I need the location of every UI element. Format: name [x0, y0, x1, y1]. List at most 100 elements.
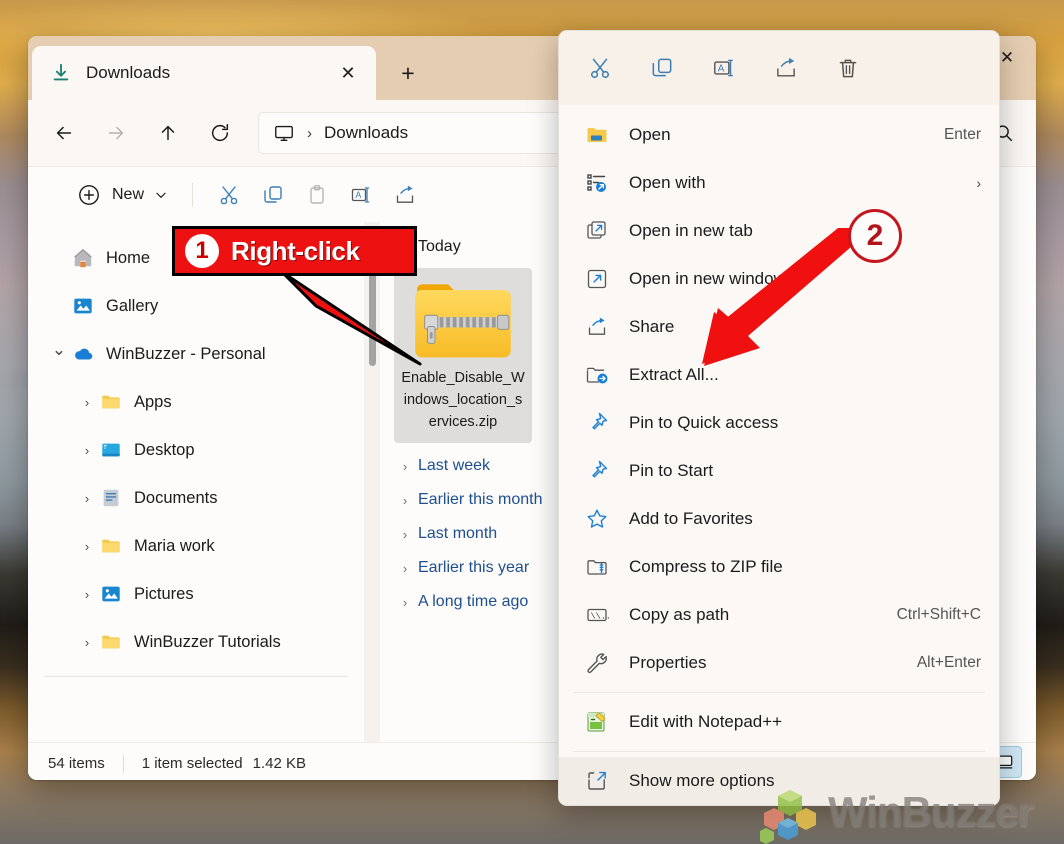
context-menu-item-properties[interactable]: Properties Alt+Enter: [559, 639, 999, 687]
open-with-icon: [585, 171, 609, 195]
context-menu-item-add-to-favorites[interactable]: Add to Favorites: [559, 495, 999, 543]
status-divider: [122, 754, 124, 773]
status-size: 1.42 KB: [252, 755, 306, 772]
wrench-icon: [585, 651, 609, 675]
tab-title: Downloads: [86, 63, 171, 82]
chevron-down-icon[interactable]: ⌄: [46, 340, 72, 360]
tab-downloads[interactable]: Downloads ✕: [32, 46, 376, 100]
plus-circle-icon: [79, 184, 99, 205]
extract-all-icon: [585, 363, 609, 387]
svg-text:A: A: [718, 63, 725, 74]
new-tab-button[interactable]: +: [390, 56, 426, 90]
chevron-placeholder: [46, 299, 72, 314]
share-button[interactable]: [383, 176, 427, 214]
share-icon: [585, 315, 609, 339]
sidebar-item-label: Apps: [134, 392, 172, 411]
context-menu-item-label: Open with: [629, 173, 706, 192]
this-pc-icon[interactable]: [273, 122, 295, 144]
desktop-icon: [100, 439, 122, 461]
watermark: WinBuzzer: [828, 788, 1034, 835]
callout-1-tail: [280, 272, 422, 366]
rename-button[interactable]: A: [339, 176, 383, 214]
star-icon: [585, 507, 609, 531]
callout-2-arrow: [702, 228, 866, 366]
chevron-right-icon[interactable]: ›: [74, 539, 100, 554]
context-menu-item-pin-to-start[interactable]: Pin to Start: [559, 447, 999, 495]
sidebar-item-label: Maria work: [134, 536, 215, 555]
onedrive-icon: [72, 343, 94, 365]
sidebar-divider: [44, 676, 348, 677]
context-menu: A Open Enter Open with › Open in new tab Open…: [558, 30, 1000, 806]
forward-button[interactable]: [96, 113, 136, 153]
sidebar-item-pictures[interactable]: › Pictures: [38, 570, 354, 618]
gallery-icon: [72, 295, 94, 317]
share-icon: [396, 185, 414, 203]
copy-icon: [652, 58, 672, 77]
context-rename-button[interactable]: A: [695, 46, 753, 90]
context-menu-item-edit-with-notepad[interactable]: Edit with Notepad++: [559, 698, 999, 746]
delete-icon: [839, 59, 857, 78]
callout-1-number: 1: [185, 234, 219, 268]
chevron-right-icon: ›: [402, 594, 408, 610]
sidebar-item-desktop[interactable]: › Desktop: [38, 426, 354, 474]
forward-arrow-icon: [108, 126, 124, 140]
back-arrow-icon: [56, 126, 72, 140]
context-menu-item-label: Pin to Quick access: [629, 413, 779, 432]
sidebar-item-maria-work[interactable]: › Maria work: [38, 522, 354, 570]
chevron-right-icon[interactable]: ›: [74, 635, 100, 650]
context-copy-button[interactable]: [633, 46, 691, 90]
context-menu-item-open[interactable]: Open Enter: [559, 111, 999, 159]
rename-icon: A: [714, 59, 733, 77]
rename-icon: A: [351, 186, 370, 203]
paste-button[interactable]: [295, 176, 339, 214]
context-delete-button[interactable]: [819, 46, 877, 90]
new-button-label: New: [112, 185, 145, 203]
breadcrumb-separator: ›: [307, 124, 312, 142]
sidebar-item-apps[interactable]: › Apps: [38, 378, 354, 426]
chevron-right-icon: ›: [402, 492, 408, 508]
paste-icon: [310, 184, 324, 204]
pictures-icon: [100, 583, 122, 605]
chevron-down-icon: [156, 192, 166, 198]
context-menu-item-pin-to-quick-access[interactable]: Pin to Quick access: [559, 399, 999, 447]
breadcrumb-current[interactable]: Downloads: [324, 123, 408, 143]
context-menu-item-open-with[interactable]: Open with ›: [559, 159, 999, 207]
context-share-button[interactable]: [757, 46, 815, 90]
tab-close-icon[interactable]: ✕: [334, 59, 362, 87]
context-menu-item-shortcut: Alt+Enter: [916, 654, 981, 671]
group-header-today-label: Today: [418, 238, 461, 255]
chevron-right-icon[interactable]: ›: [74, 443, 100, 458]
copy-button[interactable]: [251, 176, 295, 214]
callout-1-text: Right-click: [231, 235, 360, 266]
context-menu-toolbar: A: [559, 31, 999, 105]
context-menu-item-shortcut: Ctrl+Shift+C: [896, 606, 981, 623]
context-menu-item-label: Pin to Start: [629, 461, 714, 480]
sidebar-item-winbuzzer-tutorials[interactable]: › WinBuzzer Tutorials: [38, 618, 354, 666]
file-item-label: Enable_Disable_Windows_location_services…: [401, 370, 525, 430]
cut-button[interactable]: [207, 176, 251, 214]
context-menu-item-label: Open: [629, 125, 671, 144]
pin-icon: [585, 411, 609, 435]
chevron-right-icon[interactable]: ›: [74, 395, 100, 410]
context-menu-item-label: Properties: [629, 653, 707, 672]
chevron-right-icon[interactable]: ›: [74, 491, 100, 506]
back-button[interactable]: [44, 113, 84, 153]
context-menu-item-copy-as-path[interactable]: \\.. Copy as path Ctrl+Shift+C: [559, 591, 999, 639]
group-header-label: Earlier this month: [418, 491, 543, 509]
pin-icon: [585, 459, 609, 483]
sidebar-item-label: WinBuzzer Tutorials: [134, 632, 281, 651]
chevron-right-icon: ›: [402, 458, 408, 474]
share-icon: [777, 57, 795, 77]
sidebar-item-documents[interactable]: › Documents: [38, 474, 354, 522]
up-button[interactable]: [148, 113, 188, 153]
chevron-right-icon: ›: [402, 526, 408, 542]
chevron-right-icon[interactable]: ›: [74, 587, 100, 602]
cut-icon: [220, 185, 238, 204]
refresh-button[interactable]: [200, 113, 240, 153]
home-icon: [72, 247, 94, 269]
context-menu-item-compress-to-zip-file[interactable]: Compress to ZIP file: [559, 543, 999, 591]
context-cut-button[interactable]: [571, 46, 629, 90]
new-button[interactable]: New: [74, 177, 178, 213]
context-menu-item-label: Copy as path: [629, 605, 730, 624]
group-header-label: Earlier this year: [418, 559, 530, 577]
